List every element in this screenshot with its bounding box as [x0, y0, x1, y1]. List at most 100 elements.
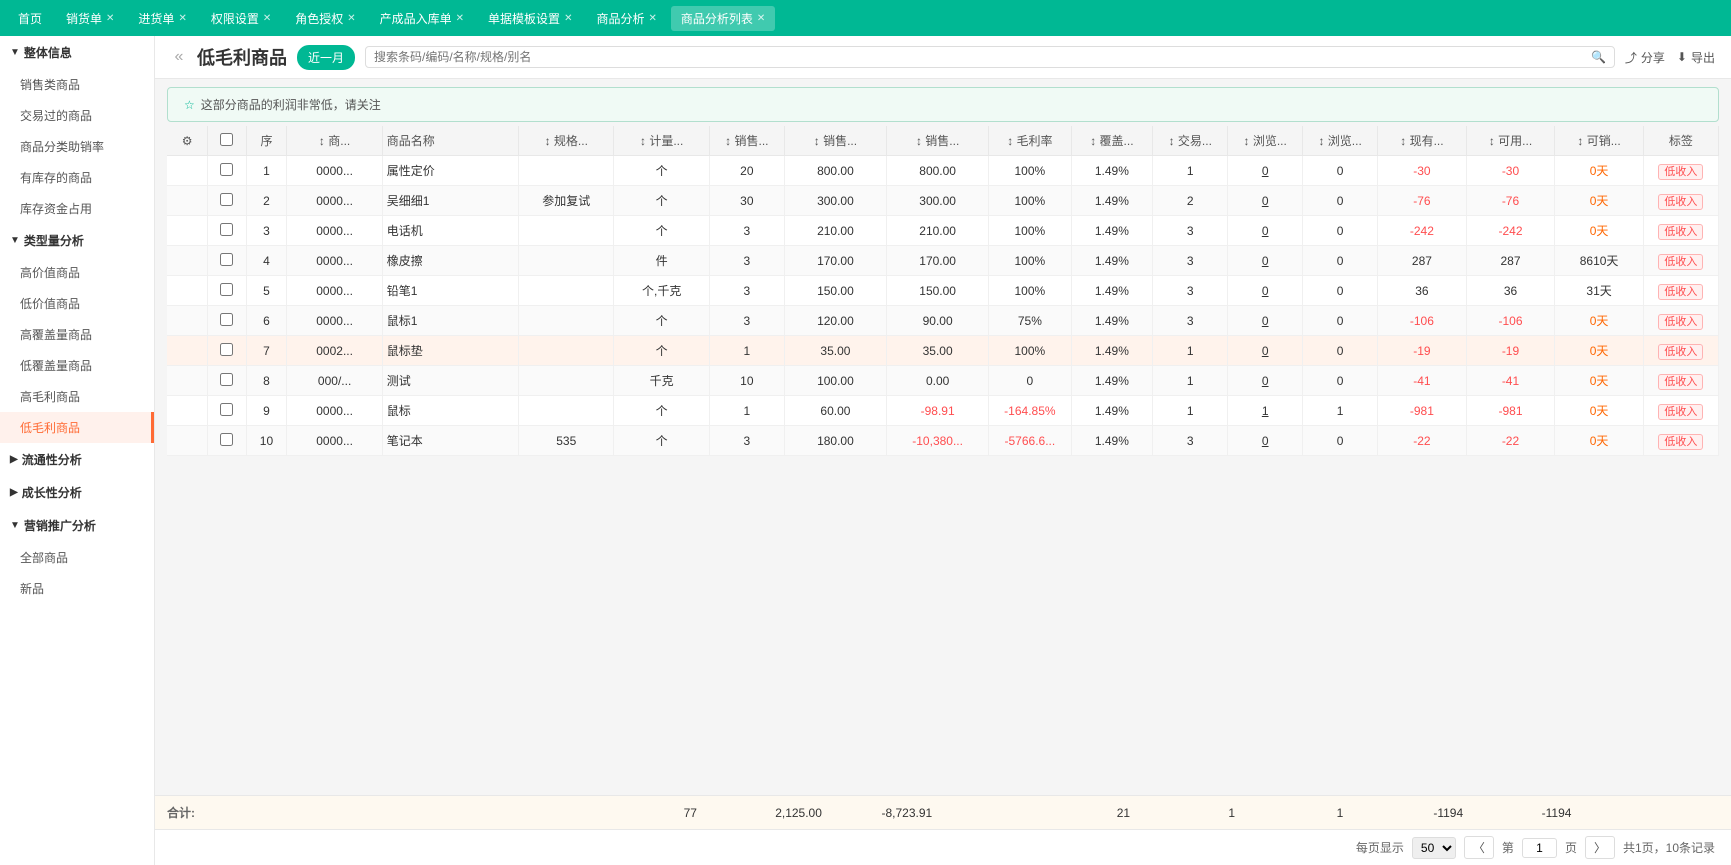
nav-close-sales[interactable]: ✕ [106, 13, 114, 24]
share-button[interactable]: ⤴ 分享 [1625, 49, 1665, 66]
cell-check[interactable] [208, 336, 246, 366]
col-unit[interactable]: ↕ 计量... [614, 126, 709, 156]
col-stock2[interactable]: ↕ 可用... [1466, 126, 1555, 156]
cell-check[interactable] [208, 426, 246, 456]
cell-check[interactable] [208, 246, 246, 276]
cell-check[interactable] [208, 156, 246, 186]
sidebar-group-marketing[interactable]: ▼ 营销推广分析 [0, 509, 154, 542]
row-checkbox[interactable] [220, 163, 233, 176]
checkbox-all[interactable] [220, 133, 233, 146]
col-gross[interactable]: ↕ 毛利率 [989, 126, 1071, 156]
col-price1[interactable]: ↕ 销售... [784, 126, 886, 156]
cell-browse1[interactable]: 0 [1228, 366, 1303, 396]
row-checkbox[interactable] [220, 253, 233, 266]
nav-item-analysis-list[interactable]: 商品分析列表 ✕ [671, 6, 775, 31]
row-checkbox[interactable] [220, 223, 233, 236]
col-cover[interactable]: ↕ 覆盖... [1071, 126, 1153, 156]
sidebar-item-inventory-capital[interactable]: 库存资金占用 [0, 193, 154, 224]
col-name[interactable]: 商品名称 [382, 126, 518, 156]
sidebar-group-overview[interactable]: ▼ 整体信息 [0, 36, 154, 69]
cell-unit: 个 [614, 426, 709, 456]
nav-close-product-analysis[interactable]: ✕ [648, 13, 656, 24]
search-box[interactable]: 🔍 [365, 46, 1615, 68]
sidebar-collapse-btn[interactable]: « [171, 48, 187, 66]
cell-browse1[interactable]: 0 [1228, 336, 1303, 366]
sidebar-item-new-goods[interactable]: 新品 [0, 573, 154, 604]
col-browse2[interactable]: ↕ 浏览... [1303, 126, 1378, 156]
col-price2[interactable]: ↕ 销售... [887, 126, 989, 156]
cell-browse1[interactable]: 0 [1228, 246, 1303, 276]
nav-item-purchase[interactable]: 进货单 ✕ [128, 6, 196, 31]
cell-browse1[interactable]: 1 [1228, 396, 1303, 426]
nav-close-product-entry[interactable]: ✕ [456, 13, 464, 24]
nav-close-role[interactable]: ✕ [347, 13, 355, 24]
sidebar-item-low-margin[interactable]: 低毛利商品 [0, 412, 154, 443]
cell-stock1: -981 [1378, 396, 1467, 426]
cell-browse1[interactable]: 0 [1228, 216, 1303, 246]
nav-close-purchase[interactable]: ✕ [178, 13, 186, 24]
col-stock1[interactable]: ↕ 现有... [1378, 126, 1467, 156]
cell-check[interactable] [208, 276, 246, 306]
sidebar-item-low-coverage[interactable]: 低覆盖量商品 [0, 350, 154, 381]
col-qty[interactable]: ↕ 销售... [709, 126, 784, 156]
cell-browse1[interactable]: 0 [1228, 426, 1303, 456]
col-code[interactable]: ↕ 商... [287, 126, 382, 156]
sidebar-item-high-value[interactable]: 高价值商品 [0, 257, 154, 288]
sidebar-group-growth[interactable]: ▶ 成长性分析 [0, 476, 154, 509]
nav-item-role[interactable]: 角色授权 ✕ [285, 6, 365, 31]
nav-item-permission[interactable]: 权限设置 ✕ [201, 6, 281, 31]
col-settings[interactable]: ⚙ [167, 126, 208, 156]
sidebar-group-liquidity[interactable]: ▶ 流通性分析 [0, 443, 154, 476]
row-checkbox[interactable] [220, 373, 233, 386]
cell-check[interactable] [208, 186, 246, 216]
cell-cover: 3 [1153, 426, 1228, 456]
col-trade[interactable]: ↕ 交易... [1153, 126, 1228, 156]
nav-item-product-analysis[interactable]: 商品分析 ✕ [586, 6, 666, 31]
sidebar-group-type-analysis[interactable]: ▼ 类型量分析 [0, 224, 154, 257]
row-checkbox[interactable] [220, 313, 233, 326]
cell-check[interactable] [208, 366, 246, 396]
cell-cover: 1 [1153, 366, 1228, 396]
col-stock3[interactable]: ↕ 可销... [1555, 126, 1644, 156]
cell-unit: 件 [614, 246, 709, 276]
export-button[interactable]: ⬇ 导出 [1677, 49, 1715, 66]
next-page-button[interactable]: 〉 [1585, 836, 1615, 859]
nav-item-product-entry[interactable]: 产成品入库单 ✕ [370, 6, 474, 31]
cell-browse1[interactable]: 0 [1228, 186, 1303, 216]
cell-browse1[interactable]: 0 [1228, 156, 1303, 186]
nav-item-home[interactable]: 首页 [8, 6, 52, 31]
col-spec[interactable]: ↕ 规格... [519, 126, 614, 156]
cell-browse1[interactable]: 0 [1228, 306, 1303, 336]
cell-browse1[interactable]: 0 [1228, 276, 1303, 306]
alert-icon: ☆ [184, 98, 195, 112]
cell-check[interactable] [208, 306, 246, 336]
cell-num: 5 [246, 276, 287, 306]
row-checkbox[interactable] [220, 403, 233, 416]
nav-close-template[interactable]: ✕ [564, 13, 572, 24]
cell-check[interactable] [208, 216, 246, 246]
sidebar-item-traded-goods[interactable]: 交易过的商品 [0, 100, 154, 131]
row-checkbox[interactable] [220, 193, 233, 206]
sidebar-item-low-value[interactable]: 低价值商品 [0, 288, 154, 319]
search-input[interactable] [374, 50, 1591, 64]
tab-recent-month[interactable]: 近一月 [297, 45, 355, 70]
prev-page-button[interactable]: 〈 [1464, 836, 1494, 859]
col-browse1[interactable]: ↕ 浏览... [1228, 126, 1303, 156]
row-checkbox[interactable] [220, 283, 233, 296]
row-checkbox[interactable] [220, 433, 233, 446]
sidebar-item-high-margin[interactable]: 高毛利商品 [0, 381, 154, 412]
cell-check[interactable] [208, 396, 246, 426]
col-check-all[interactable] [208, 126, 246, 156]
sidebar-item-high-coverage[interactable]: 高覆盖量商品 [0, 319, 154, 350]
sidebar-item-sales-goods[interactable]: 销售类商品 [0, 69, 154, 100]
sidebar-item-inventory-goods[interactable]: 有库存的商品 [0, 162, 154, 193]
nav-close-analysis-list[interactable]: ✕ [757, 13, 765, 24]
row-checkbox[interactable] [220, 343, 233, 356]
sidebar-item-all-goods[interactable]: 全部商品 [0, 542, 154, 573]
page-size-select[interactable]: 50 [1412, 837, 1456, 859]
nav-item-sales[interactable]: 销货单 ✕ [56, 6, 124, 31]
nav-item-template[interactable]: 单据模板设置 ✕ [478, 6, 582, 31]
sidebar-item-category-rate[interactable]: 商品分类助销率 [0, 131, 154, 162]
nav-close-permission[interactable]: ✕ [263, 13, 271, 24]
page-input[interactable] [1522, 838, 1557, 858]
